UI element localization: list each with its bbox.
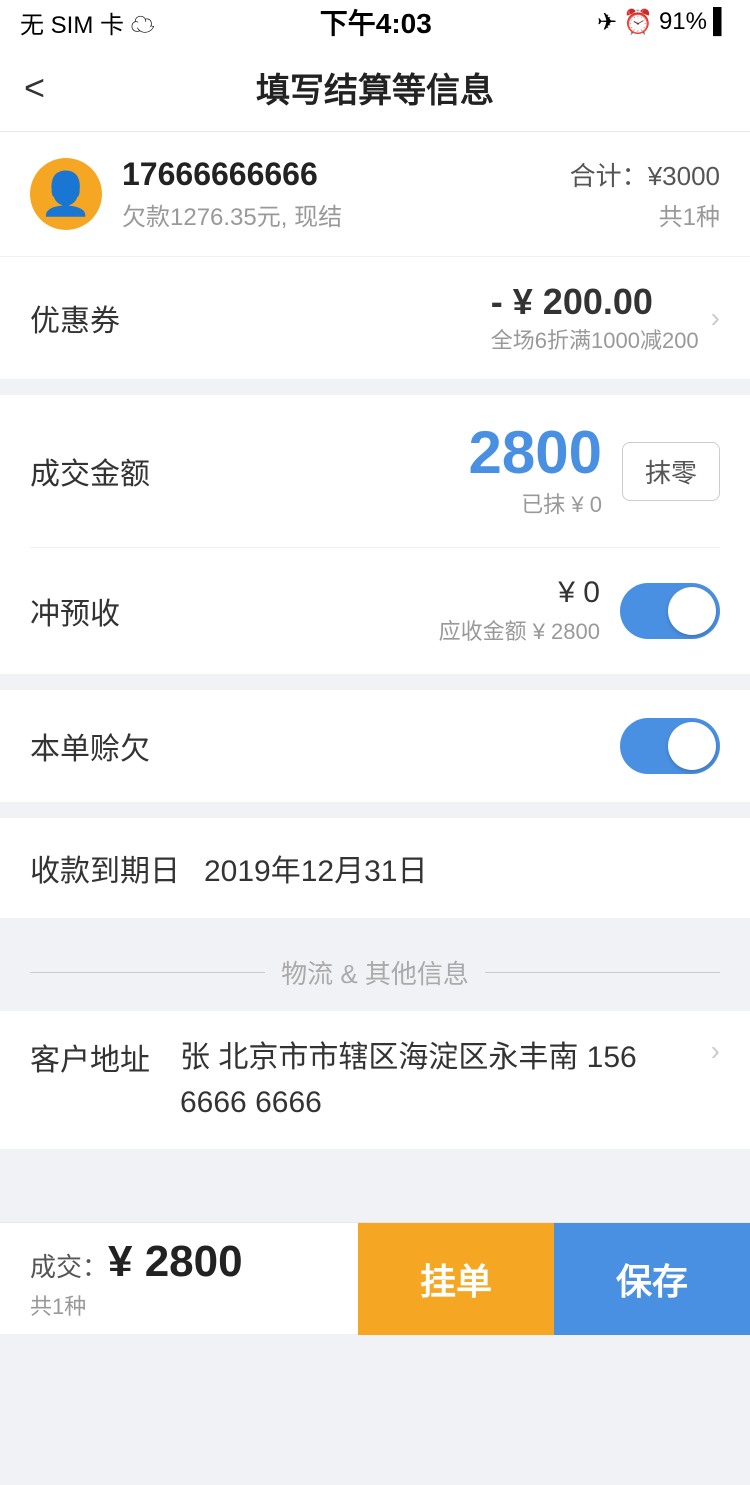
nav-bar: < 填写结算等信息	[0, 44, 750, 132]
customer-sub: 欠款1276.35元, 现结	[122, 197, 342, 232]
sim-label: 无 SIM 卡 ☁	[20, 5, 155, 40]
due-label: 收款到期日	[30, 846, 180, 890]
back-button[interactable]: <	[24, 67, 45, 109]
coupon-discount: - ¥ 200.00	[491, 281, 699, 323]
address-value: 张 北京市市辖区海淀区永丰南 156 6666 6666	[180, 1035, 711, 1125]
customer-right: 合计：¥3000 共1种	[570, 156, 720, 232]
total-count: 共1种	[570, 197, 720, 232]
amount-section: 成交金额 2800 已抹 ¥ 0 抹零 冲预收 ¥ 0 应收金额 ¥ 2800	[0, 395, 750, 674]
round-button[interactable]: 抹零	[622, 442, 720, 501]
chong-amount: ¥ 0	[558, 576, 600, 610]
debt-section: 本单赊欠	[0, 690, 750, 802]
due-row: 收款到期日 2019年12月31日	[30, 846, 720, 890]
amount-label: 成交金额	[30, 449, 150, 493]
customer-phone: 17666666666	[122, 156, 342, 193]
coupon-right: - ¥ 200.00 全场6折满1000减200 ›	[491, 281, 720, 355]
address-chevron-icon: ›	[711, 1035, 720, 1067]
chong-row: 冲预收 ¥ 0 应收金额 ¥ 2800	[30, 548, 720, 674]
location-icon: ✈	[597, 8, 617, 37]
chong-toggle[interactable]	[620, 583, 720, 639]
customer-row: 👤 17666666666 欠款1276.35元, 现结 合计：¥3000 共1…	[0, 132, 750, 256]
debt-toggle-thumb	[668, 722, 716, 770]
logistics-divider: 物流 & 其他信息	[0, 934, 750, 1011]
toggle-thumb	[668, 587, 716, 635]
amount-right: 2800 已抹 ¥ 0 抹零	[469, 423, 721, 519]
customer-section: 👤 17666666666 欠款1276.35元, 现结 合计：¥3000 共1…	[0, 132, 750, 379]
chong-label: 冲预收	[30, 589, 120, 633]
chong-sub: 应收金额 ¥ 2800	[439, 614, 600, 646]
debt-toggle[interactable]	[620, 718, 720, 774]
coupon-desc: 全场6折满1000减200	[491, 323, 699, 355]
pending-button[interactable]: 挂单	[358, 1223, 554, 1335]
amount-row: 成交金额 2800 已抹 ¥ 0 抹零	[30, 395, 720, 548]
battery-icon: ▌	[713, 8, 730, 36]
divider-line-left	[30, 972, 265, 973]
chevron-right-icon: ›	[711, 302, 720, 334]
bottom-deal-label: 成交：¥ 2800	[30, 1237, 328, 1287]
avatar: 👤	[30, 158, 102, 230]
coupon-row[interactable]: 优惠券 - ¥ 200.00 全场6折满1000减200 ›	[0, 256, 750, 379]
address-section[interactable]: 客户地址 张 北京市市辖区海淀区永丰南 156 6666 6666 ›	[0, 1011, 750, 1149]
due-date-section: 收款到期日 2019年12月31日	[0, 818, 750, 918]
status-time: 下午4:03	[320, 2, 432, 42]
alarm-icon: ⏰	[623, 8, 653, 37]
debt-label: 本单赊欠	[30, 724, 150, 768]
page-title: 填写结算等信息	[256, 63, 494, 112]
due-value: 2019年12月31日	[204, 846, 427, 890]
bottom-count: 共1种	[30, 1289, 328, 1321]
logistics-label: 物流 & 其他信息	[281, 954, 469, 991]
status-left: 无 SIM 卡 ☁	[20, 5, 155, 40]
bottom-amount: ¥ 2800	[108, 1237, 243, 1286]
person-icon: 👤	[40, 173, 92, 215]
customer-left: 👤 17666666666 欠款1276.35元, 现结	[30, 156, 342, 232]
battery-label: 91%	[659, 8, 707, 36]
status-bar: 无 SIM 卡 ☁ 下午4:03 ✈ ⏰ 91% ▌	[0, 0, 750, 44]
bottom-info: 成交：¥ 2800 共1种	[0, 1237, 358, 1321]
bottom-bar: 成交：¥ 2800 共1种 挂单 保存	[0, 1222, 750, 1334]
amount-value: 2800	[469, 423, 602, 483]
total-label: 合计：¥3000	[570, 156, 720, 193]
customer-info: 17666666666 欠款1276.35元, 现结	[122, 156, 342, 232]
address-label: 客户地址	[30, 1035, 150, 1079]
amount-sub: 已抹 ¥ 0	[469, 487, 602, 519]
save-button[interactable]: 保存	[554, 1223, 750, 1335]
chong-right: ¥ 0 应收金额 ¥ 2800	[439, 576, 720, 646]
status-right: ✈ ⏰ 91% ▌	[597, 8, 730, 37]
coupon-label: 优惠券	[30, 296, 120, 340]
divider-line-right	[485, 972, 720, 973]
